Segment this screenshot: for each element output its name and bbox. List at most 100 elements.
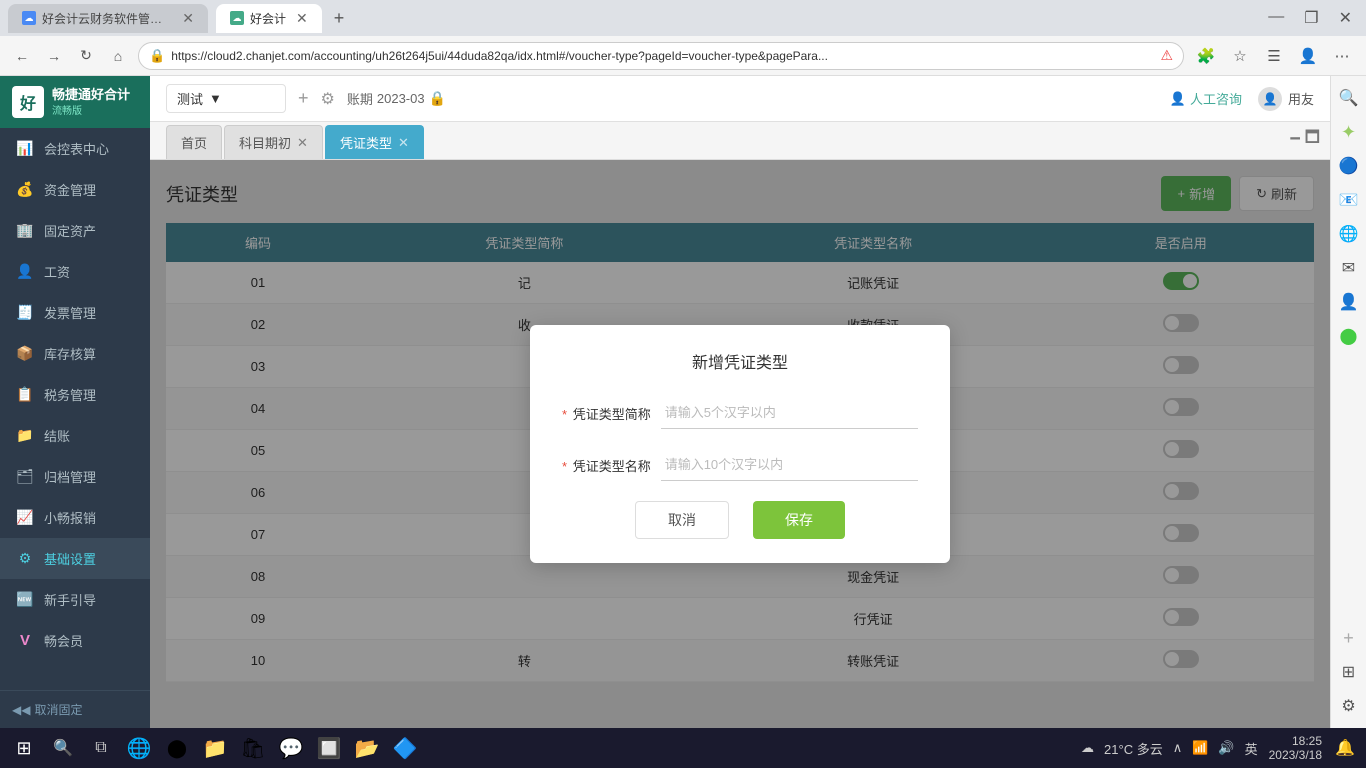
right-outlook-btn[interactable]: 📧	[1335, 186, 1363, 214]
right-edge-btn[interactable]: 🔵	[1335, 152, 1363, 180]
toolbar-menu-icon[interactable]: ⋯	[1328, 42, 1356, 70]
taskbar-edge[interactable]: 🌐	[122, 731, 156, 765]
sidebar-scroll: 📊 会控表中心 💰 资金管理 🏢 固定资产 👤 工资 🧾 发票管理 📦	[0, 128, 150, 690]
window-minimize-button[interactable]: —	[1262, 8, 1290, 28]
modal-overlay: 新增凭证类型 * 凭证类型简称 * 凭证类型名称	[150, 160, 1330, 728]
toolbar-profile-icon[interactable]: 👤	[1294, 42, 1322, 70]
right-search-btn[interactable]: 🔍	[1335, 84, 1363, 112]
right-user-btn[interactable]: 👤	[1335, 288, 1363, 316]
tab-maximize-btn[interactable]: 🗖	[1305, 126, 1320, 153]
tab-close-2[interactable]: ✕	[296, 10, 308, 27]
modal-name-input[interactable]	[661, 449, 918, 481]
toolbar-favorites-icon[interactable]: ☆	[1226, 42, 1254, 70]
capital-icon: 💰	[16, 181, 34, 198]
sidebar-item-tax[interactable]: 📋 税务管理	[0, 374, 150, 415]
sidebar-item-archive[interactable]: 🗂 归档管理	[0, 456, 150, 497]
sidebar-item-label-assets: 固定资产	[44, 221, 96, 240]
tab-title-1: 好会计云财务软件管理系统_会计	[42, 10, 172, 27]
sidebar-item-invoice[interactable]: 🧾 发票管理	[0, 292, 150, 333]
archive-icon: 🗂	[16, 468, 34, 485]
toolbar-extensions-icon[interactable]: 🧩	[1192, 42, 1220, 70]
tab-subject-label: 科目期初	[239, 133, 291, 152]
taskbar-app5[interactable]: 🔲	[312, 731, 346, 765]
taskbar-wechat[interactable]: 💬	[274, 731, 308, 765]
tab-minimize-btn[interactable]: 🗕	[1289, 126, 1300, 153]
sidebar-item-vip[interactable]: V 畅会员	[0, 620, 150, 661]
modal-short-input[interactable]	[661, 397, 918, 429]
consultant-button[interactable]: 👤 人工咨询	[1170, 89, 1242, 108]
sidebar-item-settings[interactable]: ⚙ 基础设置	[0, 538, 150, 579]
window-maximize-button[interactable]: ❐	[1298, 8, 1324, 28]
taskbar-start-button[interactable]: ⊞	[6, 730, 42, 766]
systray-expand[interactable]: ∧	[1170, 740, 1186, 756]
company-name: 测试	[177, 89, 203, 108]
right-mail-btn[interactable]: ✉	[1335, 254, 1363, 282]
modal-cancel-button[interactable]: 取消	[635, 501, 729, 539]
taskbar-chrome[interactable]: ⬤	[160, 731, 194, 765]
modal-save-button[interactable]: 保存	[753, 501, 845, 539]
tab-subject[interactable]: 科目期初 ✕	[224, 125, 323, 159]
sidebar-item-inventory[interactable]: 📦 库存核算	[0, 333, 150, 374]
taskbar-store[interactable]: 🛍	[236, 731, 270, 765]
taskbar-explorer[interactable]: 📁	[198, 731, 232, 765]
sidebar-item-guide[interactable]: 🆕 新手引导	[0, 579, 150, 620]
modal-name-label: * 凭证类型名称	[562, 456, 661, 475]
invoice-icon: 🧾	[16, 304, 34, 321]
sidebar-cancel-fixed[interactable]: ◀◀ 取消固定	[0, 690, 150, 728]
browser-tab-inactive[interactable]: ☁ 好会计云财务软件管理系统_会计 ✕	[8, 4, 208, 33]
sidebar-item-settlement[interactable]: 📁 结账	[0, 415, 150, 456]
taskbar-search-button[interactable]: 🔍	[46, 731, 80, 765]
right-browser-btn[interactable]: 🌐	[1335, 220, 1363, 248]
tab-subject-close[interactable]: ✕	[297, 135, 308, 151]
browser-tab-active[interactable]: ☁ 好会计 ✕	[216, 4, 322, 33]
company-dropdown-icon: ▼	[209, 91, 222, 106]
right-green-btn[interactable]: ⬤	[1335, 322, 1363, 350]
header-settings-button[interactable]: ⚙	[321, 89, 335, 109]
taskbar-clock[interactable]: 18:25 2023/3/18	[1269, 734, 1322, 762]
toolbar-collection-icon[interactable]: ☰	[1260, 42, 1288, 70]
sidebar-item-report[interactable]: 📈 小畅报销	[0, 497, 150, 538]
sidebar-item-label-dashboard: 会控表中心	[44, 139, 109, 158]
sidebar-item-salary[interactable]: 👤 工资	[0, 251, 150, 292]
right-config-btn[interactable]: ⚙	[1335, 692, 1363, 720]
modal-short-label: * 凭证类型简称	[562, 404, 661, 423]
window-close-button[interactable]: ✕	[1333, 8, 1358, 28]
right-star-btn[interactable]: ✦	[1335, 118, 1363, 146]
right-add-btn[interactable]: +	[1335, 624, 1363, 652]
modal-box: 新增凭证类型 * 凭证类型简称 * 凭证类型名称	[530, 325, 950, 563]
assets-icon: 🏢	[16, 222, 34, 239]
modal-footer: 取消 保存	[562, 501, 918, 539]
company-selector[interactable]: 测试 ▼	[166, 84, 286, 113]
sidebar-item-dashboard[interactable]: 📊 会控表中心	[0, 128, 150, 169]
vip-icon: V	[16, 632, 34, 649]
new-tab-button[interactable]: +	[334, 8, 345, 29]
tab-home[interactable]: 首页	[166, 125, 222, 159]
sidebar-logo[interactable]: 好 畅捷通好合计 流畅版	[0, 76, 150, 128]
systray-sound: 🔊	[1215, 740, 1237, 756]
nav-refresh-button[interactable]: ↻	[74, 44, 98, 68]
taskbar-notification[interactable]: 🔔	[1330, 733, 1360, 763]
tab-voucher-type[interactable]: 凭证类型 ✕	[325, 125, 424, 159]
sidebar-item-assets[interactable]: 🏢 固定资产	[0, 210, 150, 251]
page-content: 凭证类型 + 新增 ↻ 刷新 编码 凭证类型简称	[150, 160, 1330, 728]
tab-expand-controls: 🗕 🗖	[1279, 120, 1330, 159]
tab-voucher-close[interactable]: ✕	[398, 135, 409, 151]
browser-titlebar: ☁ 好会计云财务软件管理系统_会计 ✕ ☁ 好会计 ✕ + — ❐ ✕	[0, 0, 1366, 36]
nav-forward-button[interactable]: →	[42, 44, 66, 68]
systray: ☁ 21°C 多云 ∧ 📶 🔊 英	[1078, 739, 1261, 758]
tab-close-1[interactable]: ✕	[182, 10, 194, 27]
sidebar-item-label-inventory: 库存核算	[44, 344, 96, 363]
taskbar-folder[interactable]: 📂	[350, 731, 384, 765]
taskbar-edge2[interactable]: 🔷	[388, 731, 422, 765]
systray-weather: ☁	[1078, 740, 1097, 756]
taskbar-task-view[interactable]: ⧉	[84, 731, 118, 765]
dashboard-icon: 📊	[16, 140, 34, 157]
sidebar-item-label-guide: 新手引导	[44, 590, 96, 609]
address-box[interactable]: 🔒 https://cloud2.chanjet.com/accounting/…	[138, 42, 1184, 70]
header-add-button[interactable]: +	[298, 88, 309, 109]
sidebar-item-capital[interactable]: 💰 资金管理	[0, 169, 150, 210]
nav-home-button[interactable]: ⌂	[106, 44, 130, 68]
right-grid-btn[interactable]: ⊞	[1335, 658, 1363, 686]
user-info[interactable]: 👤 用友	[1258, 87, 1314, 111]
nav-back-button[interactable]: ←	[10, 44, 34, 68]
